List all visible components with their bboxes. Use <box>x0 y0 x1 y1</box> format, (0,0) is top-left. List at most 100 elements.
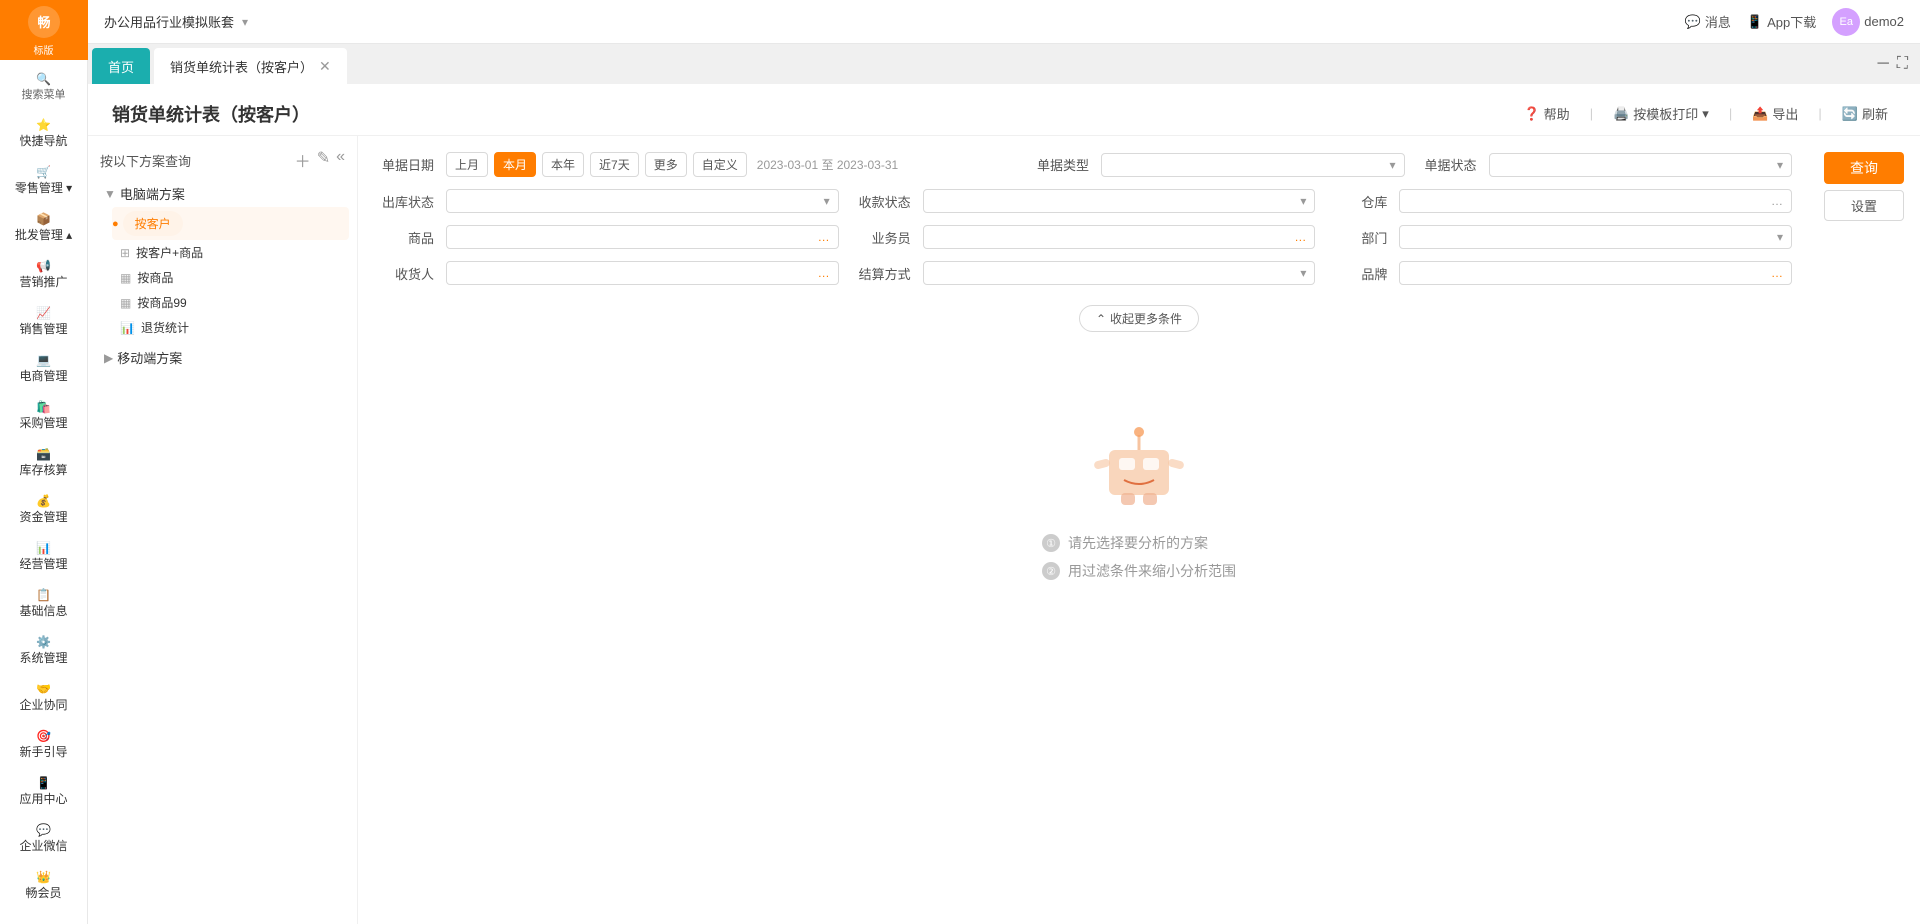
edit-scheme-button[interactable]: ✎ <box>317 148 330 172</box>
main-area: 办公用品行业模拟账套 ▾ 💬 消息 📱 App下载 Ea demo2 首页 <box>88 0 1920 924</box>
sidebar-item-enterprise[interactable]: 🤝 企业协同 <box>0 674 87 721</box>
print-button[interactable]: 🖨️ 按模板打印 ▾ <box>1605 100 1717 127</box>
tree-item-label: 按客户+商品 <box>136 244 203 261</box>
sidebar-item-retail[interactable]: 🛒 零售管理 ▾ <box>0 157 87 204</box>
custom-date-button[interactable]: 自定义 <box>693 152 747 177</box>
payment-status-label: 收款状态 <box>851 192 911 211</box>
sidebar-item-label: 零售管理 ▾ <box>15 179 72 196</box>
sidebar-item-inventory[interactable]: 🗃️ 库存核算 <box>0 439 87 486</box>
type-select-arrow-icon: ▾ <box>1389 158 1395 172</box>
sidebar-item-label: 电商管理 <box>19 367 67 384</box>
date-filter-label: 单据日期 <box>374 155 434 174</box>
status-filter-select[interactable]: ▾ <box>1489 153 1793 177</box>
add-scheme-button[interactable]: ＋ <box>295 148 311 172</box>
tree-item-by-goods[interactable]: ▦ 按商品 <box>112 265 349 290</box>
query-button[interactable]: 查询 <box>1824 152 1904 184</box>
tree-item-by-customer[interactable]: ● 按客户 <box>112 207 349 240</box>
sidebar-item-basic[interactable]: 📋 基础信息 <box>0 580 87 627</box>
left-panel-title: 按以下方案查询 <box>100 151 191 170</box>
print-dropdown-icon: ▾ <box>1702 106 1709 122</box>
maximize-icon[interactable]: ⛶ <box>1897 55 1908 73</box>
sidebar-item-finance[interactable]: 💰 资金管理 <box>0 486 87 533</box>
sidebar-item-purchase[interactable]: 🛍️ 采购管理 <box>0 392 87 439</box>
goods-label: 商品 <box>374 228 434 247</box>
sidebar-item-operation[interactable]: 📊 经营管理 <box>0 533 87 580</box>
collapse-button[interactable]: ⌃ 收起更多条件 <box>1079 305 1199 332</box>
warehouse-select[interactable]: … <box>1399 189 1792 213</box>
date-range-text: 2023-03-01 至 2023-03-31 <box>757 156 898 173</box>
tab-close-button[interactable]: ✕ <box>319 58 331 75</box>
svg-text:畅: 畅 <box>37 15 50 30</box>
action-buttons: 查询 设置 <box>1824 152 1904 221</box>
this-month-button[interactable]: 本月 <box>494 152 536 177</box>
minimize-icon[interactable]: ─ <box>1877 55 1888 73</box>
more-date-button[interactable]: 更多 <box>645 152 687 177</box>
brand-select[interactable]: … <box>1399 261 1792 285</box>
left-panel-actions: ＋ ✎ « <box>295 148 345 172</box>
sidebar-item-apps[interactable]: 📱 应用中心 <box>0 768 87 815</box>
sidebar-item-quick-nav[interactable]: ⭐ 快捷导航 <box>0 110 87 157</box>
sidebar-item-wholesale[interactable]: 📦 批发管理 ▴ <box>0 204 87 251</box>
sidebar-item-label: 库存核算 <box>19 461 67 478</box>
member-icon: 👑 <box>36 870 51 884</box>
sidebar-item-member[interactable]: 👑 畅会员 <box>0 862 87 909</box>
tree-item-by-customer-goods[interactable]: ⊞ 按客户+商品 <box>112 240 349 265</box>
sidebar-item-ecommerce[interactable]: 💻 电商管理 <box>0 345 87 392</box>
tree-item-return-stats[interactable]: 📊 退货统计 <box>112 315 349 340</box>
help-button[interactable]: ❓ 帮助 <box>1515 100 1577 127</box>
payment-method-select[interactable]: ▾ <box>923 261 1316 285</box>
type-filter-label: 单据类型 <box>1029 155 1089 174</box>
tree-mobile-header[interactable]: ▶ 移动端方案 <box>96 344 349 371</box>
collapse-panel-button[interactable]: « <box>336 148 345 172</box>
goods-select[interactable]: … <box>446 225 839 249</box>
user-menu[interactable]: Ea demo2 <box>1832 8 1904 36</box>
warehouse-arrow-icon: … <box>1771 194 1783 208</box>
refresh-button[interactable]: 🔄 刷新 <box>1834 100 1896 127</box>
tab-sales-stats[interactable]: 销货单统计表（按客户） ✕ <box>154 48 347 84</box>
tree-mobile-label: 移动端方案 <box>117 348 182 367</box>
refresh-label: 刷新 <box>1862 104 1888 123</box>
payment-status-select[interactable]: ▾ <box>923 189 1316 213</box>
app-download-button[interactable]: 📱 App下载 <box>1747 12 1816 31</box>
export-button[interactable]: 📤 导出 <box>1744 100 1806 127</box>
sidebar-search-label: 搜索菜单 <box>0 86 87 102</box>
salesperson-select[interactable]: … <box>923 225 1316 249</box>
sidebar-item-guide[interactable]: 🎯 新手引导 <box>0 721 87 768</box>
sidebar-item-sales[interactable]: 📈 销售管理 <box>0 298 87 345</box>
tree-item-by-goods-99[interactable]: ▦ 按商品99 <box>112 290 349 315</box>
this-year-button[interactable]: 本年 <box>542 152 584 177</box>
last-month-button[interactable]: 上月 <box>446 152 488 177</box>
last-7-days-button[interactable]: 近7天 <box>590 152 639 177</box>
tabs-expand-button[interactable]: ─ ⛶ <box>1865 55 1920 73</box>
sidebar-item-label: 企业协同 <box>19 696 67 713</box>
sidebar-item-search[interactable]: 🔍 搜索菜单 <box>0 60 87 110</box>
salesperson-label: 业务员 <box>851 228 911 247</box>
sidebar-item-label: 营销推广 <box>19 273 67 290</box>
tab-home[interactable]: 首页 <box>92 48 150 84</box>
type-filter-select[interactable]: ▾ <box>1101 153 1405 177</box>
sidebar-item-label: 基础信息 <box>19 602 67 619</box>
sidebar-item-label: 系统管理 <box>19 649 67 666</box>
sidebar-item-system[interactable]: ⚙️ 系统管理 <box>0 627 87 674</box>
department-select[interactable]: ▾ <box>1399 225 1792 249</box>
message-button[interactable]: 💬 消息 <box>1685 12 1731 31</box>
avatar: Ea <box>1832 8 1860 36</box>
tip-num-2: ② <box>1042 562 1060 580</box>
sidebar-item-marketing[interactable]: 📢 营销推广 <box>0 251 87 298</box>
out-status-select[interactable]: ▾ <box>446 189 839 213</box>
tree-desktop-header[interactable]: ▼ 电脑端方案 <box>96 180 349 207</box>
message-icon: 💬 <box>1685 14 1701 30</box>
filter-row-3: 商品 … 业务员 … 部门 <box>374 225 1792 249</box>
receiver-select[interactable]: … <box>446 261 839 285</box>
topbar-title: 办公用品行业模拟账套 <box>104 12 234 31</box>
operation-icon: 📊 <box>36 541 51 555</box>
topbar-left: 办公用品行业模拟账套 ▾ <box>104 12 248 31</box>
tree-arrow-collapsed-icon: ▶ <box>104 351 113 365</box>
status-filter-label: 单据状态 <box>1417 155 1477 174</box>
refresh-icon: 🔄 <box>1842 106 1858 122</box>
settings-button[interactable]: 设置 <box>1824 190 1904 221</box>
sidebar-item-wechat[interactable]: 💬 企业微信 <box>0 815 87 862</box>
sidebar-item-label: 企业微信 <box>19 837 67 854</box>
content-area: 销货单统计表（按客户） ❓ 帮助 | 🖨️ 按模板打印 ▾ | 📤 导出 | <box>88 84 1920 924</box>
topbar-dropdown-icon[interactable]: ▾ <box>242 15 248 29</box>
